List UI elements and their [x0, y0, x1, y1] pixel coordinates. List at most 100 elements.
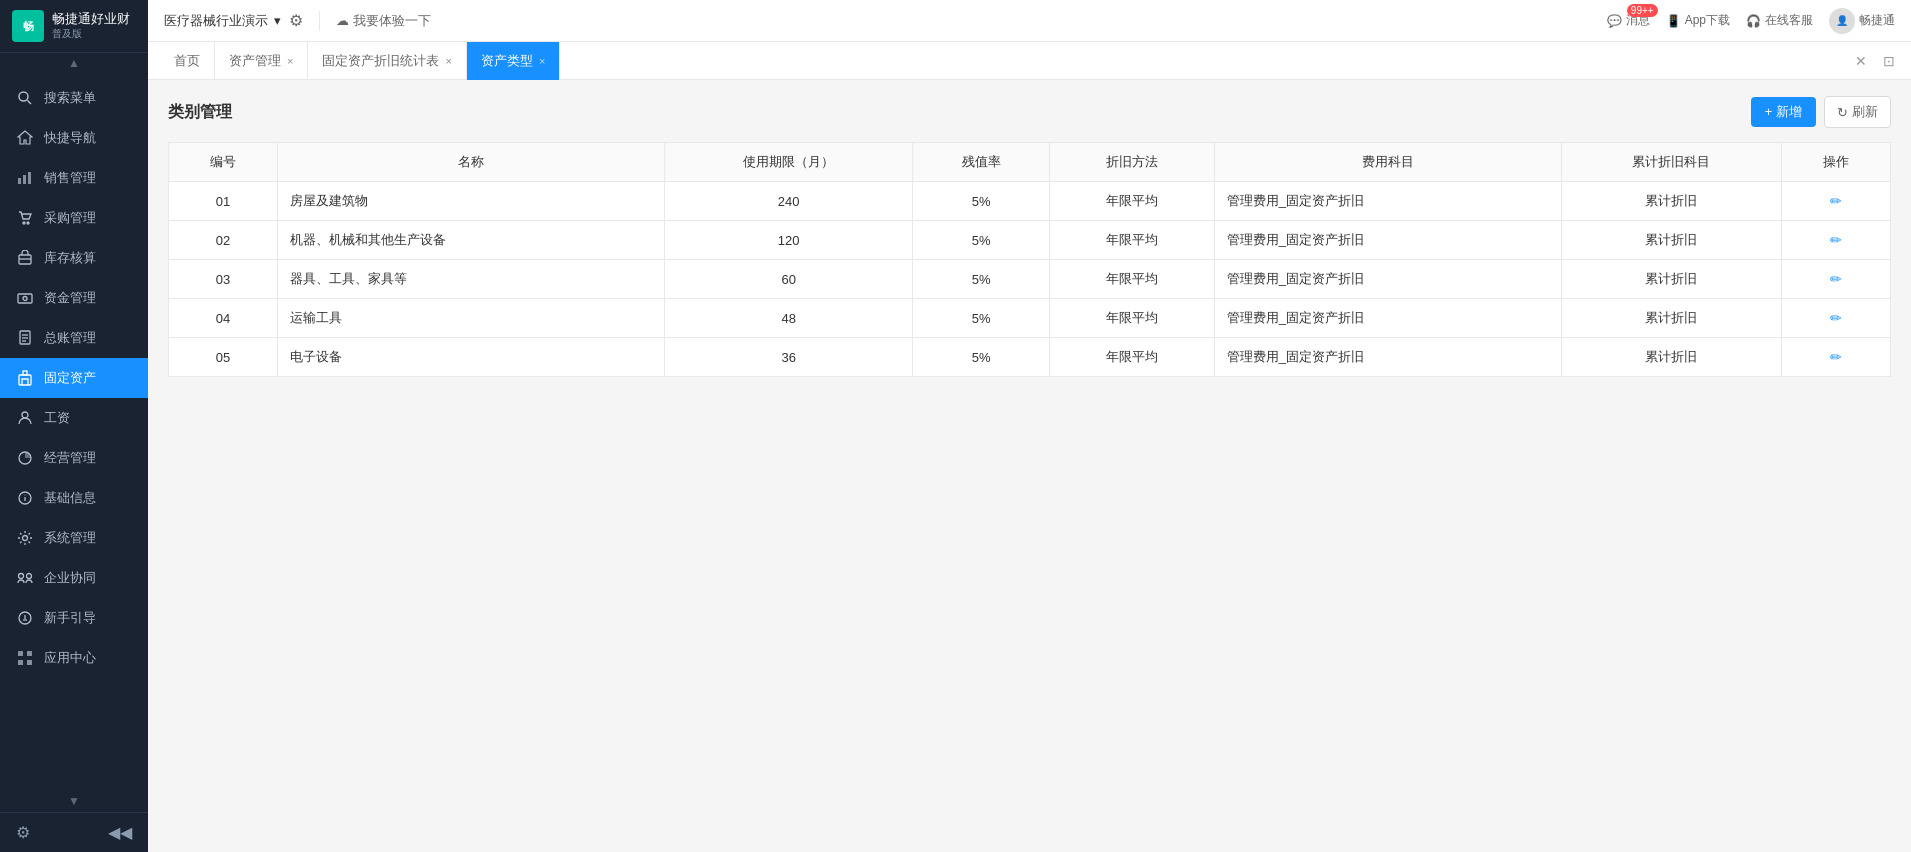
cell-name-2[interactable]: 器具、工具、家具等: [278, 260, 665, 299]
company-name: 医疗器械行业演示: [164, 12, 268, 30]
svg-point-10: [23, 296, 27, 300]
sidebar-item-label-quick-nav: 快捷导航: [44, 129, 96, 147]
trial-text: 我要体验一下: [353, 12, 431, 30]
edit-button-2[interactable]: ✏: [1830, 271, 1842, 287]
edit-button-3[interactable]: ✏: [1830, 310, 1842, 326]
sidebar-item-system[interactable]: 系统管理: [0, 518, 148, 558]
cell-action-2: ✏: [1781, 260, 1890, 299]
svg-line-1: [28, 100, 32, 104]
sidebar-item-app-center[interactable]: 应用中心: [0, 638, 148, 678]
online-service-label: 在线客服: [1765, 12, 1813, 29]
svg-rect-3: [23, 175, 26, 184]
col-header-id: 编号: [169, 143, 278, 182]
sidebar-item-enterprise[interactable]: 企业协同: [0, 558, 148, 598]
tab-home[interactable]: 首页: [160, 42, 215, 80]
edit-button-4[interactable]: ✏: [1830, 349, 1842, 365]
close-window-btn[interactable]: ✕: [1851, 49, 1871, 73]
home-icon: [16, 129, 34, 147]
cell-residual-0: 5%: [913, 182, 1050, 221]
svg-point-23: [19, 573, 24, 578]
maximize-window-btn[interactable]: ⊡: [1879, 49, 1899, 73]
shop-icon: [16, 209, 34, 227]
tab-asset-mgmt[interactable]: 资产管理 ×: [215, 42, 308, 80]
svg-point-0: [19, 92, 28, 101]
system-icon: [16, 529, 34, 547]
cell-accumulated-0: 累计折旧: [1561, 182, 1781, 221]
svg-point-17: [22, 412, 28, 418]
table-header-row: 编号 名称 使用期限（月） 残值率 折旧方法 费用科目 累计折旧科目 操作: [169, 143, 1891, 182]
col-header-accumulated: 累计折旧科目: [1561, 143, 1781, 182]
settings-bottom-icon[interactable]: ⚙: [16, 823, 30, 842]
cell-name-0[interactable]: 房屋及建筑物: [278, 182, 665, 221]
tab-asset-mgmt-close[interactable]: ×: [287, 55, 293, 67]
col-header-period: 使用期限（月）: [665, 143, 913, 182]
cell-name-1[interactable]: 机器、机械和其他生产设备: [278, 221, 665, 260]
sidebar-item-ledger[interactable]: 总账管理: [0, 318, 148, 358]
apps-icon: [16, 649, 34, 667]
message-icon: 💬: [1607, 14, 1622, 28]
refresh-button[interactable]: ↻ 刷新: [1824, 96, 1891, 128]
sidebar-item-purchase[interactable]: 采购管理: [0, 198, 148, 238]
sidebar-item-search[interactable]: 搜索菜单: [0, 78, 148, 118]
app-download-action[interactable]: 📱 App下载: [1666, 12, 1730, 29]
page-title: 类别管理: [168, 102, 232, 123]
sidebar-item-operations[interactable]: 经营管理: [0, 438, 148, 478]
cell-expense-4: 管理费用_固定资产折旧: [1214, 338, 1561, 377]
header-settings-icon[interactable]: ⚙: [289, 11, 303, 30]
edit-button-1[interactable]: ✏: [1830, 232, 1842, 248]
message-action[interactable]: 💬 消息 99+: [1607, 12, 1650, 29]
tab-asset-mgmt-label: 资产管理: [229, 52, 281, 70]
tab-home-label: 首页: [174, 52, 200, 70]
new-button[interactable]: + 新增: [1751, 97, 1816, 127]
sidebar-bottom: ⚙ ◀◀: [0, 812, 148, 852]
sidebar-item-label-salary: 工资: [44, 409, 70, 427]
company-selector[interactable]: 医疗器械行业演示 ▾: [164, 12, 281, 30]
search-icon: [16, 89, 34, 107]
online-service-action[interactable]: 🎧 在线客服: [1746, 12, 1813, 29]
dropdown-icon: ▾: [274, 13, 281, 28]
cell-accumulated-1: 累计折旧: [1561, 221, 1781, 260]
sidebar-item-inventory[interactable]: 库存核算: [0, 238, 148, 278]
header-right: 💬 消息 99+ 📱 App下载 🎧 在线客服 👤 畅捷通: [1607, 8, 1895, 34]
cell-period-3: 48: [665, 299, 913, 338]
col-header-expense: 费用科目: [1214, 143, 1561, 182]
sidebar-item-capital[interactable]: 资金管理: [0, 278, 148, 318]
scroll-up-arrow[interactable]: ▲: [0, 53, 148, 74]
cell-id-4: 05: [169, 338, 278, 377]
svg-rect-29: [27, 660, 32, 665]
cell-name-3[interactable]: 运输工具: [278, 299, 665, 338]
scroll-down-arrow[interactable]: ▼: [0, 791, 148, 812]
sidebar-item-label-app-center: 应用中心: [44, 649, 96, 667]
tab-asset-type[interactable]: 资产类型 ×: [467, 42, 560, 80]
header-trial-btn[interactable]: ☁ 我要体验一下: [336, 12, 431, 30]
col-header-action: 操作: [1781, 143, 1890, 182]
cell-action-1: ✏: [1781, 221, 1890, 260]
col-header-method: 折旧方法: [1050, 143, 1215, 182]
sidebar-item-sales[interactable]: 销售管理: [0, 158, 148, 198]
cell-residual-2: 5%: [913, 260, 1050, 299]
tab-depreciation[interactable]: 固定资产折旧统计表 ×: [308, 42, 466, 80]
svg-point-6: [27, 222, 29, 224]
collab-icon: [16, 569, 34, 587]
cell-name-4[interactable]: 电子设备: [278, 338, 665, 377]
cell-id-2: 03: [169, 260, 278, 299]
tab-asset-type-close[interactable]: ×: [539, 55, 545, 67]
table-row: 02 机器、机械和其他生产设备 120 5% 年限平均 管理费用_固定资产折旧 …: [169, 221, 1891, 260]
edit-button-0[interactable]: ✏: [1830, 193, 1842, 209]
svg-rect-26: [18, 651, 23, 656]
cell-id-1: 02: [169, 221, 278, 260]
sidebar-item-quick-nav[interactable]: 快捷导航: [0, 118, 148, 158]
svg-point-5: [23, 222, 25, 224]
sidebar-item-basic-info[interactable]: 基础信息: [0, 478, 148, 518]
cell-method-1: 年限平均: [1050, 221, 1215, 260]
user-action[interactable]: 👤 畅捷通: [1829, 8, 1895, 34]
sidebar-item-fixed-assets[interactable]: 固定资产: [0, 358, 148, 398]
sidebar-item-guide[interactable]: 新手引导: [0, 598, 148, 638]
cell-period-2: 60: [665, 260, 913, 299]
sidebar-item-salary[interactable]: 工资: [0, 398, 148, 438]
collapse-icon[interactable]: ◀◀: [108, 823, 132, 842]
svg-rect-9: [18, 294, 32, 303]
sidebar-item-label-search: 搜索菜单: [44, 89, 96, 107]
tab-depreciation-close[interactable]: ×: [445, 55, 451, 67]
cell-expense-3: 管理费用_固定资产折旧: [1214, 299, 1561, 338]
